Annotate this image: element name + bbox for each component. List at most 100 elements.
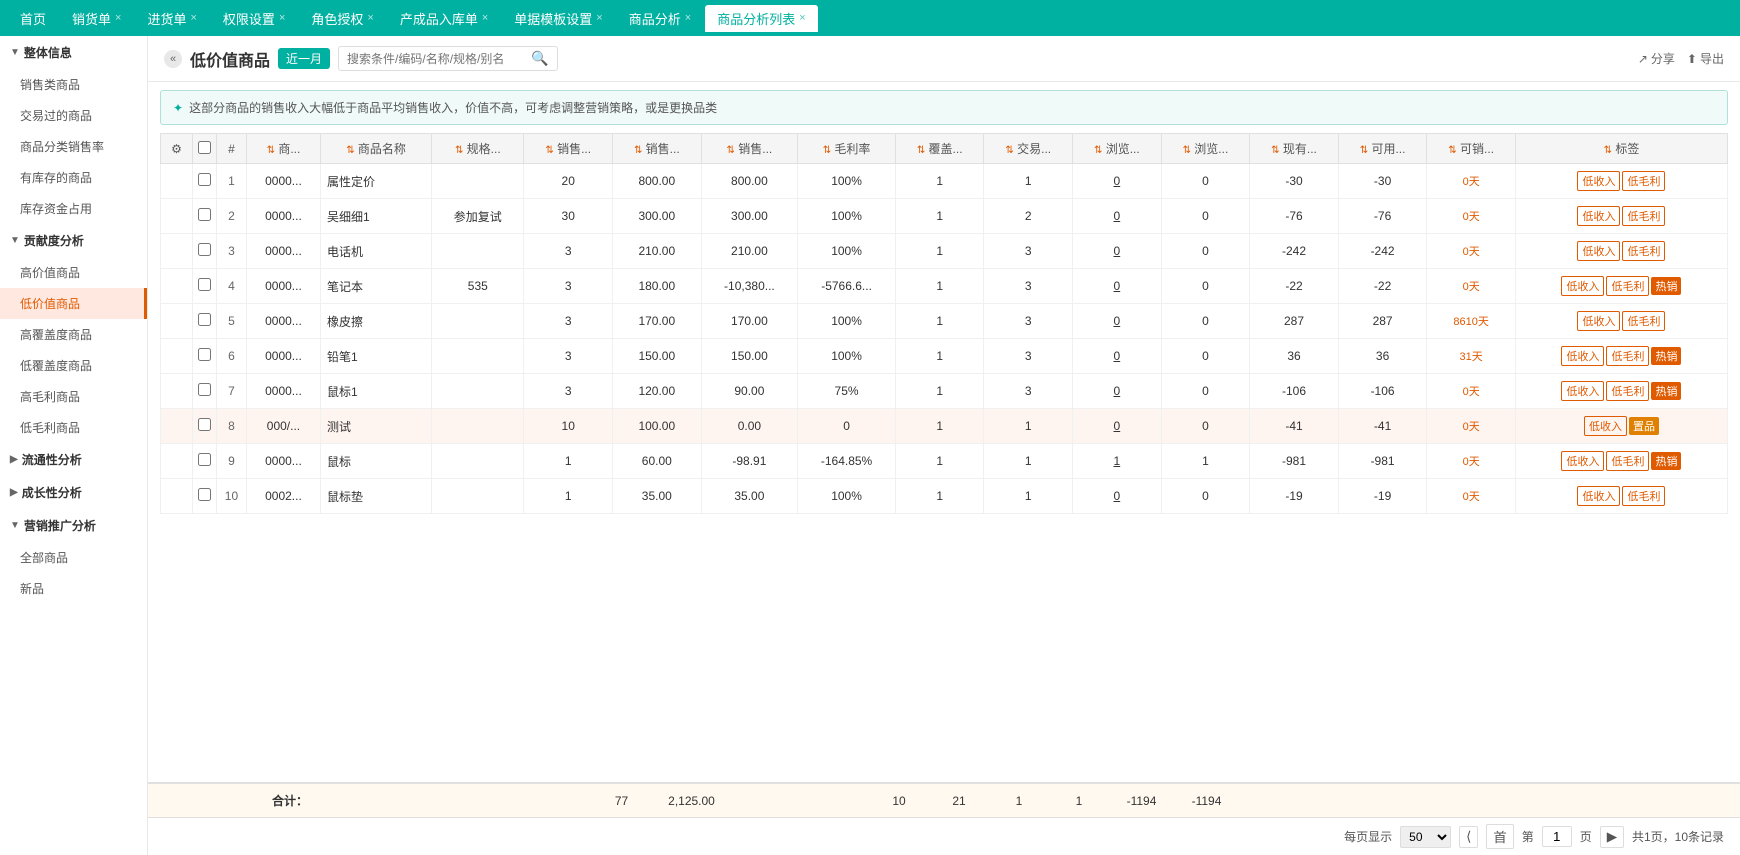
row-browse1[interactable]: 0 [1073, 479, 1162, 514]
search-input[interactable] [347, 52, 527, 66]
sidebar-item-traded-goods[interactable]: 交易过的商品 [0, 100, 147, 131]
row-checkbox-input[interactable] [198, 488, 211, 501]
export-button[interactable]: ⬆ 导出 [1687, 50, 1724, 67]
row-checkbox[interactable] [192, 304, 216, 339]
row-checkbox-input[interactable] [198, 313, 211, 326]
row-checkbox[interactable] [192, 374, 216, 409]
sidebar-group-marketing[interactable]: ▼ 营销推广分析 [0, 509, 147, 542]
row-checkbox[interactable] [192, 339, 216, 374]
row-saleable: 0天 [1427, 234, 1516, 269]
sidebar-item-high-coverage[interactable]: 高覆盖度商品 [0, 319, 147, 350]
nav-item-sales[interactable]: 销货单 × [60, 5, 133, 32]
column-spec[interactable]: ⇅ 规格... [432, 134, 524, 164]
sidebar-group-overall[interactable]: ▼ 整体信息 [0, 36, 147, 69]
row-browse1[interactable]: 0 [1073, 234, 1162, 269]
row-checkbox[interactable] [192, 164, 216, 199]
sidebar-item-high-margin[interactable]: 高毛利商品 [0, 381, 147, 412]
row-checkbox-input[interactable] [198, 348, 211, 361]
row-browse1[interactable]: 0 [1073, 339, 1162, 374]
prev-page-button[interactable]: 首 [1486, 824, 1513, 849]
column-browse2[interactable]: ⇅ 浏览... [1161, 134, 1250, 164]
column-sales2[interactable]: ⇅ 销售... [613, 134, 702, 164]
column-settings[interactable]: ⚙ [161, 134, 193, 164]
row-checkbox-input[interactable] [198, 418, 211, 431]
column-transaction[interactable]: ⇅ 交易... [984, 134, 1073, 164]
search-icon[interactable]: 🔍 [531, 50, 548, 67]
sidebar-group-contribution[interactable]: ▼ 贡献度分析 [0, 224, 147, 257]
row-checkbox-input[interactable] [198, 278, 211, 291]
row-checkbox-input[interactable] [198, 383, 211, 396]
row-browse1[interactable]: 0 [1073, 409, 1162, 444]
column-current[interactable]: ⇅ 现有... [1250, 134, 1339, 164]
row-browse1[interactable]: 0 [1073, 199, 1162, 234]
row-browse1[interactable]: 0 [1073, 374, 1162, 409]
column-gross-margin[interactable]: ⇅ 毛利率 [798, 134, 896, 164]
filter-tag-recent-month[interactable]: 近一月 [278, 48, 330, 69]
column-browse1[interactable]: ⇅ 浏览... [1073, 134, 1162, 164]
page-size-select[interactable]: 50 100 200 [1400, 826, 1451, 848]
sidebar-item-sales-goods[interactable]: 销售类商品 [0, 69, 147, 100]
row-num: 10 [216, 479, 246, 514]
sidebar-item-low-coverage[interactable]: 低覆盖度商品 [0, 350, 147, 381]
close-icon[interactable]: × [190, 12, 196, 24]
close-icon[interactable]: × [115, 12, 121, 24]
column-sales1[interactable]: ⇅ 销售... [524, 134, 613, 164]
close-icon[interactable]: × [685, 12, 691, 24]
nav-item-template[interactable]: 单据模板设置 × [502, 5, 614, 32]
column-sales3[interactable]: ⇅ 销售... [701, 134, 798, 164]
sidebar-item-low-value[interactable]: 低价值商品 [0, 288, 147, 319]
row-browse1[interactable]: 0 [1073, 304, 1162, 339]
close-icon[interactable]: × [279, 12, 285, 24]
close-icon[interactable]: × [482, 12, 488, 24]
sidebar-item-all-goods[interactable]: 全部商品 [0, 542, 147, 573]
sidebar-item-new-goods[interactable]: 新品 [0, 573, 147, 604]
column-code[interactable]: ⇅ 商... [246, 134, 320, 164]
sidebar-group-circulation[interactable]: ▶ 流通性分析 [0, 443, 147, 476]
row-browse1[interactable]: 0 [1073, 269, 1162, 304]
nav-item-product-analysis-list[interactable]: 商品分析列表 × [705, 5, 817, 32]
row-saleable: 0天 [1427, 444, 1516, 479]
row-sales1: 30 [524, 199, 613, 234]
sidebar-collapse-button[interactable]: « [164, 50, 182, 68]
row-spec: 参加复试 [432, 199, 524, 234]
row-browse1[interactable]: 1 [1073, 444, 1162, 479]
row-checkbox-input[interactable] [198, 243, 211, 256]
nav-item-product-warehouse[interactable]: 产成品入库单 × [388, 5, 500, 32]
row-checkbox-input[interactable] [198, 173, 211, 186]
row-checkbox[interactable] [192, 479, 216, 514]
row-checkbox[interactable] [192, 199, 216, 234]
sort-icon: ⇅ [823, 145, 831, 156]
row-spec [432, 374, 524, 409]
sidebar-item-stock-goods[interactable]: 有库存的商品 [0, 162, 147, 193]
next-page-button[interactable]: ▶ [1600, 826, 1624, 848]
row-checkbox[interactable] [192, 409, 216, 444]
close-icon[interactable]: × [799, 12, 805, 24]
first-page-button[interactable]: ⟨ [1459, 826, 1478, 848]
column-available[interactable]: ⇅ 可用... [1338, 134, 1427, 164]
row-checkbox-input[interactable] [198, 453, 211, 466]
row-checkbox[interactable] [192, 234, 216, 269]
column-name[interactable]: ⇅ 商品名称 [320, 134, 431, 164]
row-checkbox-input[interactable] [198, 208, 211, 221]
column-coverage[interactable]: ⇅ 覆盖... [895, 134, 984, 164]
sidebar-item-low-margin[interactable]: 低毛利商品 [0, 412, 147, 443]
sidebar-item-category-rate[interactable]: 商品分类销售率 [0, 131, 147, 162]
row-checkbox[interactable] [192, 444, 216, 479]
row-checkbox[interactable] [192, 269, 216, 304]
nav-item-home[interactable]: 首页 [8, 5, 58, 32]
column-saleable[interactable]: ⇅ 可销... [1427, 134, 1516, 164]
nav-item-roles[interactable]: 角色授权 × [299, 5, 385, 32]
nav-item-purchase[interactable]: 进货单 × [135, 5, 208, 32]
select-all-checkbox[interactable] [198, 141, 211, 154]
column-tags[interactable]: ⇅ 标签 [1515, 134, 1727, 164]
row-browse1[interactable]: 0 [1073, 164, 1162, 199]
nav-item-permissions[interactable]: 权限设置 × [211, 5, 297, 32]
sidebar-item-high-value[interactable]: 高价值商品 [0, 257, 147, 288]
close-icon[interactable]: × [367, 12, 373, 24]
share-button[interactable]: ↗ 分享 [1638, 50, 1675, 67]
sidebar-item-stock-capital[interactable]: 库存资金占用 [0, 193, 147, 224]
sidebar-group-growth[interactable]: ▶ 成长性分析 [0, 476, 147, 509]
page-number-input[interactable] [1542, 826, 1572, 847]
close-icon[interactable]: × [596, 12, 602, 24]
nav-item-product-analysis[interactable]: 商品分析 × [617, 5, 703, 32]
